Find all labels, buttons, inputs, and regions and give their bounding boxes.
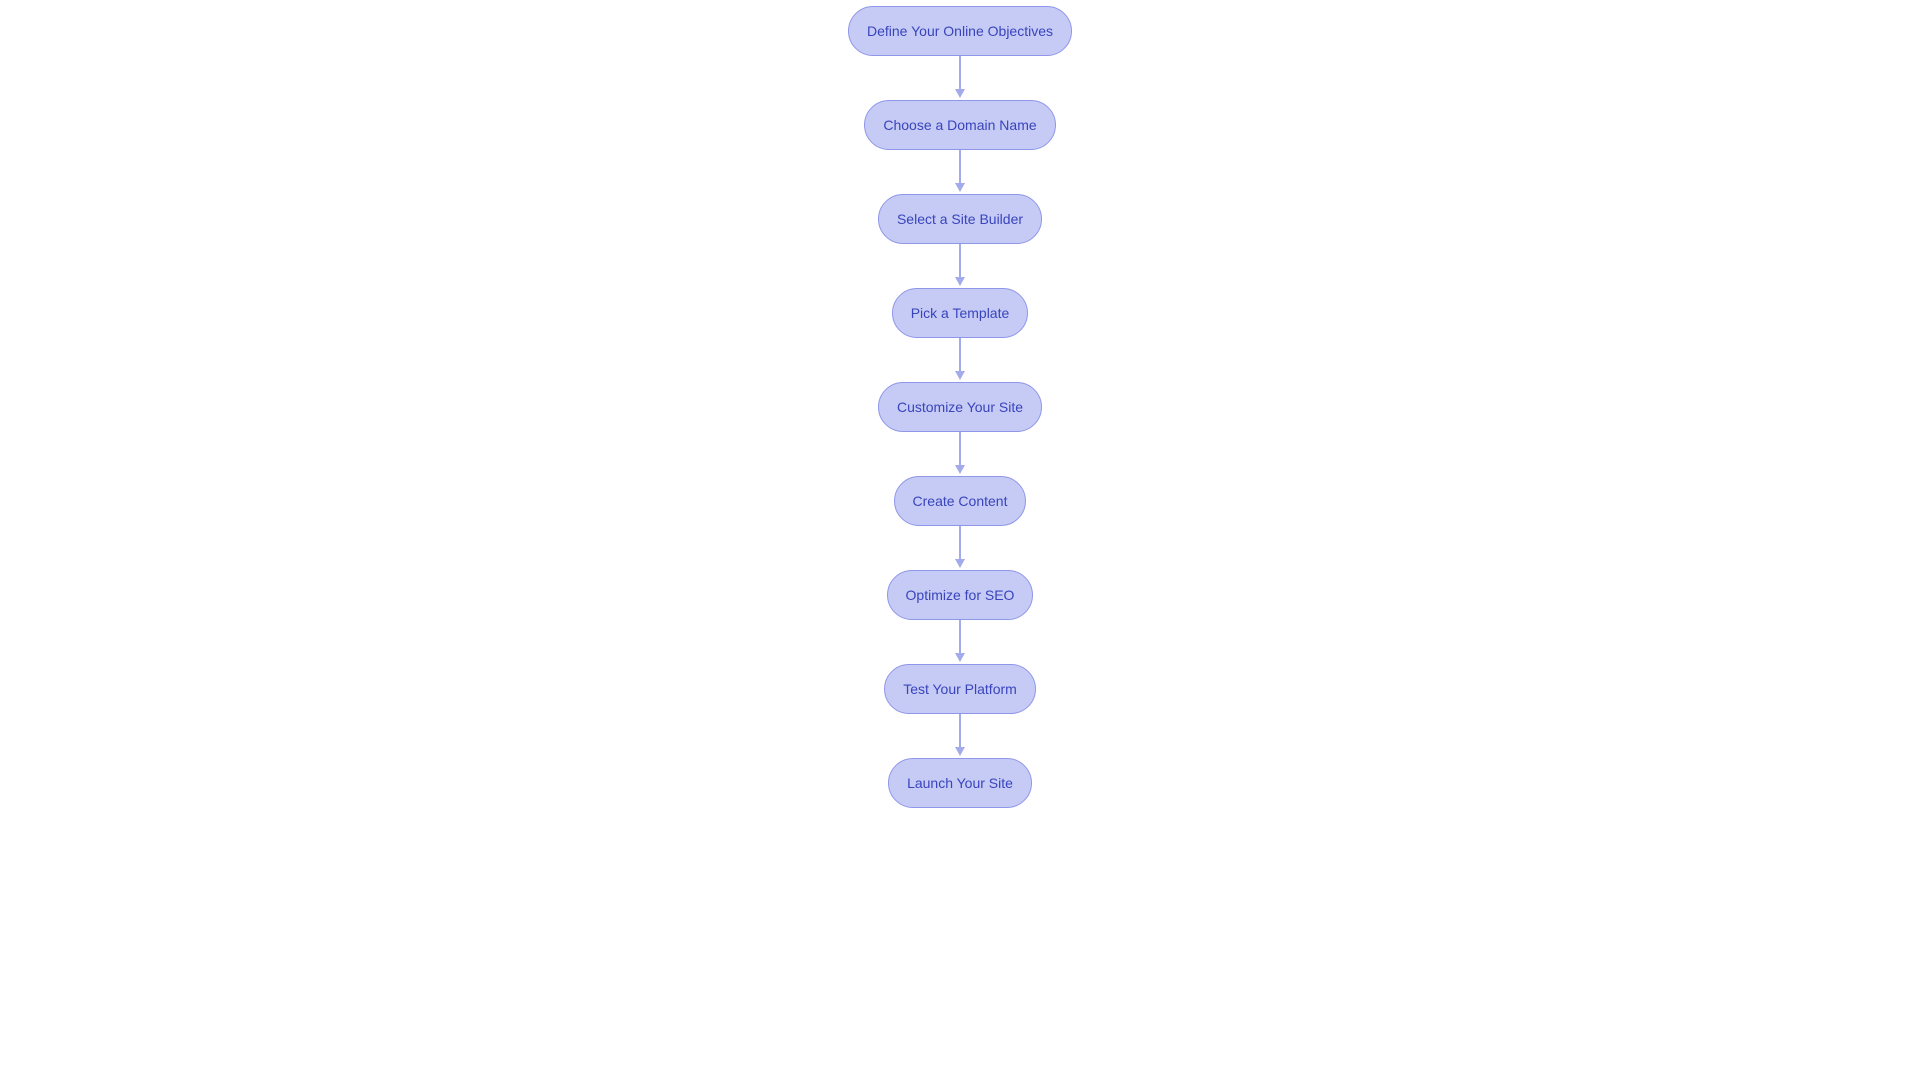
arrow-down-icon [955,559,965,568]
flow-node-2: Choose a Domain Name [864,100,1055,150]
arrow-down-icon [955,183,965,192]
flow-node-8: Test Your Platform [884,664,1036,714]
flow-node-6: Create Content [894,476,1027,526]
flow-connector [955,244,965,288]
connector-line [959,714,961,748]
arrow-down-icon [955,371,965,380]
flow-connector [955,432,965,476]
flow-connector [955,56,965,100]
arrow-down-icon [955,277,965,286]
arrow-down-icon [955,89,965,98]
flow-node-1: Define Your Online Objectives [848,6,1072,56]
flow-connector [955,150,965,194]
flow-connector [955,714,965,758]
flow-node-9: Launch Your Site [888,758,1032,808]
flow-connector [955,620,965,664]
connector-line [959,432,961,466]
connector-line [959,526,961,560]
flow-node-5: Customize Your Site [878,382,1042,432]
arrow-down-icon [955,465,965,474]
flow-connector [955,338,965,382]
connector-line [959,56,961,90]
connector-line [959,244,961,278]
flowchart: Define Your Online Objectives Choose a D… [848,6,1072,808]
connector-line [959,338,961,372]
flow-node-7: Optimize for SEO [887,570,1034,620]
arrow-down-icon [955,747,965,756]
arrow-down-icon [955,653,965,662]
connector-line [959,620,961,654]
flow-node-4: Pick a Template [892,288,1029,338]
flow-connector [955,526,965,570]
flow-node-3: Select a Site Builder [878,194,1042,244]
connector-line [959,150,961,184]
